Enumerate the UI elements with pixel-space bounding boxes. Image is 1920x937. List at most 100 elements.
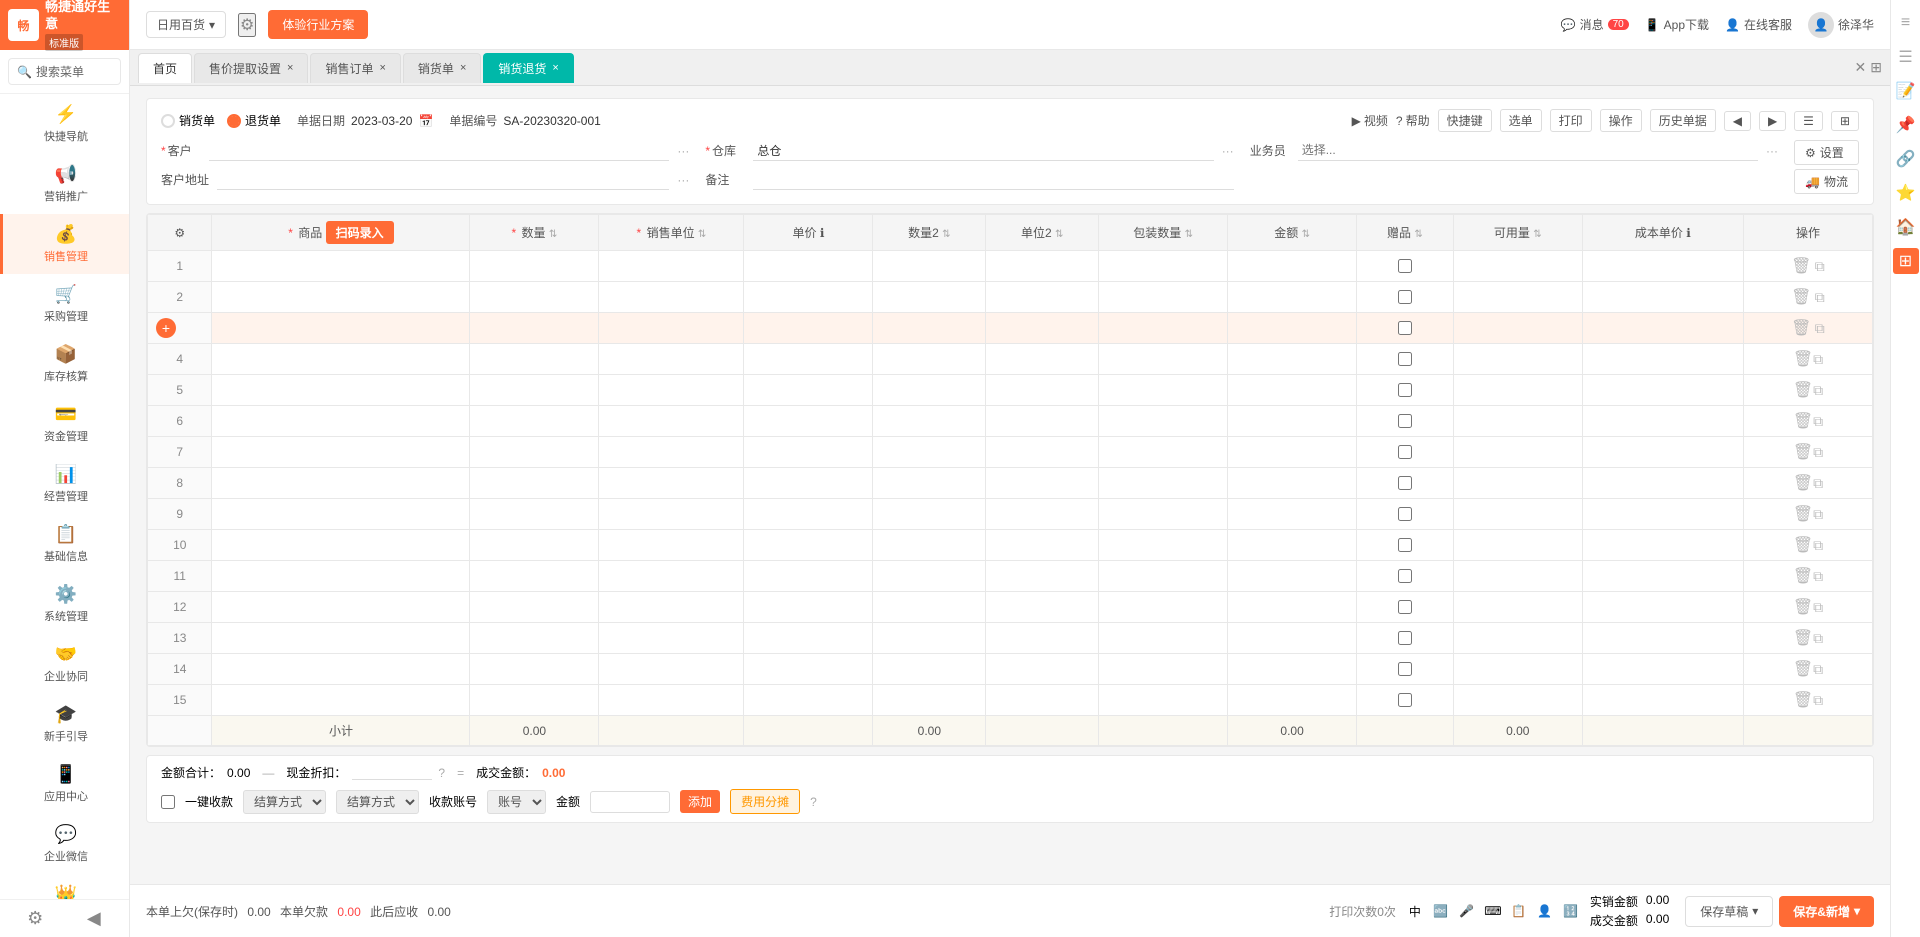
copy-row-1[interactable]: ⧉ <box>1815 258 1825 275</box>
toolbar-icon-1[interactable]: 中 <box>1404 900 1426 922</box>
gift-checkbox-13[interactable] <box>1398 631 1412 645</box>
online-service-item[interactable]: 👤 在线客服 <box>1725 16 1792 33</box>
sidebar-item-operations[interactable]: 📊 经营管理 <box>0 454 129 514</box>
trial-button[interactable]: 体验行业方案 <box>268 10 368 39</box>
tab-sales-order[interactable]: 销售订单 × <box>310 53 400 83</box>
amount-sort-icon[interactable]: ⇅ <box>1302 229 1310 240</box>
sidebar-item-system[interactable]: ⚙️ 系统管理 <box>0 574 129 634</box>
sidebar-item-marketing[interactable]: 📢 营销推广 <box>0 154 129 214</box>
row-qty2-3[interactable] <box>873 313 986 344</box>
delete-row-2[interactable]: 🗑 <box>1791 287 1811 307</box>
customer-input[interactable] <box>209 140 669 161</box>
staff-dots[interactable]: ··· <box>1766 144 1778 158</box>
delete-row-3[interactable]: 🗑 <box>1791 318 1811 338</box>
row-goods-1[interactable] <box>212 251 470 282</box>
tab-sales-return[interactable]: 销货退货 × <box>483 53 573 83</box>
copy-row-4[interactable]: ⧉ <box>1813 351 1823 368</box>
gift-checkbox-2[interactable] <box>1398 290 1412 304</box>
right-icon-7[interactable]: 🏠 <box>1893 214 1919 240</box>
unit2-sort-icon[interactable]: ⇅ <box>1055 229 1063 240</box>
delete-row-7[interactable]: 🗑 <box>1793 442 1813 462</box>
row-unit-3[interactable] <box>599 313 744 344</box>
payment-amount-input[interactable] <box>590 791 670 813</box>
row-amount-3[interactable] <box>1228 313 1357 344</box>
address-input[interactable] <box>217 169 669 190</box>
help-action[interactable]: ? 帮助 <box>1396 112 1430 129</box>
row-amount-1[interactable] <box>1228 251 1357 282</box>
right-icon-6[interactable]: ⭐ <box>1893 180 1919 206</box>
right-icon-3[interactable]: 📝 <box>1893 78 1919 104</box>
add-payment-btn[interactable]: 添加 <box>680 790 720 813</box>
tab-sales-invoice[interactable]: 销货单 × <box>403 53 481 83</box>
row-qty-3[interactable] <box>470 313 599 344</box>
sidebar-item-wechat[interactable]: 💬 企业微信 <box>0 814 129 874</box>
toolbar-icon-7[interactable]: 🔢 <box>1560 900 1582 922</box>
app-download-item[interactable]: 📱 App下载 <box>1645 16 1709 33</box>
video-action[interactable]: ▶ 视频 <box>1352 112 1388 129</box>
collapse-btn[interactable]: ◀ <box>67 908 122 929</box>
row-qty-1[interactable] <box>470 251 599 282</box>
shortcut-btn[interactable]: 快捷键 <box>1438 109 1492 132</box>
row-gift-2[interactable] <box>1357 282 1454 313</box>
logistics-btn[interactable]: 🚚 物流 <box>1794 169 1859 194</box>
user-item[interactable]: 👤 徐泽华 <box>1808 12 1874 38</box>
add-row-btn[interactable]: + <box>156 318 176 338</box>
save-new-btn[interactable]: 保存&新增 ▾ <box>1779 896 1874 927</box>
toolbar-icon-4[interactable]: ⌨ <box>1482 900 1504 922</box>
row-price-2[interactable] <box>744 282 873 313</box>
print-btn[interactable]: 打印 <box>1550 109 1592 132</box>
copy-row-3[interactable]: ⧉ <box>1815 320 1825 337</box>
col-settings[interactable]: ⚙ <box>148 215 212 251</box>
notification-item[interactable]: 💬 消息 70 <box>1561 16 1629 33</box>
gift-checkbox-9[interactable] <box>1398 507 1412 521</box>
gift-checkbox-10[interactable] <box>1398 538 1412 552</box>
row-available-1[interactable] <box>1453 251 1582 282</box>
gear-btn[interactable]: ⚙ <box>238 13 256 37</box>
unit-sort-icon[interactable]: ⇅ <box>698 229 706 240</box>
available-sort-icon[interactable]: ⇅ <box>1533 229 1541 240</box>
operation-btn[interactable]: 操作 <box>1600 109 1642 132</box>
qty2-sort-icon[interactable]: ⇅ <box>942 229 950 240</box>
row-gift-3[interactable] <box>1357 313 1454 344</box>
fee-help-btn[interactable]: ? <box>810 795 817 809</box>
right-icon-2[interactable]: ☰ <box>1893 44 1919 70</box>
row-available-2[interactable] <box>1453 282 1582 313</box>
copy-row-9[interactable]: ⧉ <box>1813 506 1823 523</box>
gift-checkbox-1[interactable] <box>1398 259 1412 273</box>
scan-btn[interactable]: 扫码录入 <box>326 221 394 244</box>
discount-input[interactable] <box>352 765 432 780</box>
close-tab-btn[interactable]: ✕ <box>1855 59 1867 76</box>
row-unit2-1[interactable] <box>986 251 1099 282</box>
row-price-1[interactable] <box>744 251 873 282</box>
delete-row-4[interactable]: 🗑 <box>1793 349 1813 369</box>
gift-checkbox-14[interactable] <box>1398 662 1412 676</box>
row-cost-1[interactable] <box>1582 251 1743 282</box>
qty-sort-icon[interactable]: ⇅ <box>549 229 557 240</box>
sidebar-item-newbie[interactable]: 🎓 新手引导 <box>0 694 129 754</box>
daily-goods-selector[interactable]: 日用百货 ▾ <box>146 11 226 38</box>
maximize-tab-btn[interactable]: ⊞ <box>1870 59 1882 76</box>
gift-checkbox-6[interactable] <box>1398 414 1412 428</box>
copy-row-8[interactable]: ⧉ <box>1813 475 1823 492</box>
add-row-cell[interactable]: + <box>148 313 212 344</box>
one-click-checkbox[interactable] <box>161 795 175 809</box>
sidebar-item-apps[interactable]: 📱 应用中心 <box>0 754 129 814</box>
gift-sort-icon[interactable]: ⇅ <box>1414 229 1422 240</box>
tab-price-extract-close[interactable]: × <box>287 62 293 74</box>
copy-row-5[interactable]: ⧉ <box>1813 382 1823 399</box>
row-unit2-2[interactable] <box>986 282 1099 313</box>
gift-checkbox-8[interactable] <box>1398 476 1412 490</box>
settings-btn[interactable]: ⚙ 设置 <box>1794 140 1859 165</box>
delete-row-14[interactable]: 🗑 <box>1793 659 1813 679</box>
delete-row-8[interactable]: 🗑 <box>1793 473 1813 493</box>
toolbar-icon-3[interactable]: 🎤 <box>1456 900 1478 922</box>
tab-sales-order-close[interactable]: × <box>379 62 385 74</box>
address-dots[interactable]: ··· <box>677 173 689 187</box>
warehouse-dots[interactable]: ··· <box>1222 144 1234 158</box>
search-menu-button[interactable]: 🔍 搜索菜单 <box>8 58 121 85</box>
sidebar-item-enterprise[interactable]: 🤝 企业协同 <box>0 634 129 694</box>
copy-row-14[interactable]: ⧉ <box>1813 661 1823 678</box>
payment-method-select[interactable]: 结算方式 <box>243 790 326 814</box>
radio-sales[interactable]: 销货单 <box>161 112 215 129</box>
right-icon-1[interactable]: ≡ <box>1893 10 1919 36</box>
